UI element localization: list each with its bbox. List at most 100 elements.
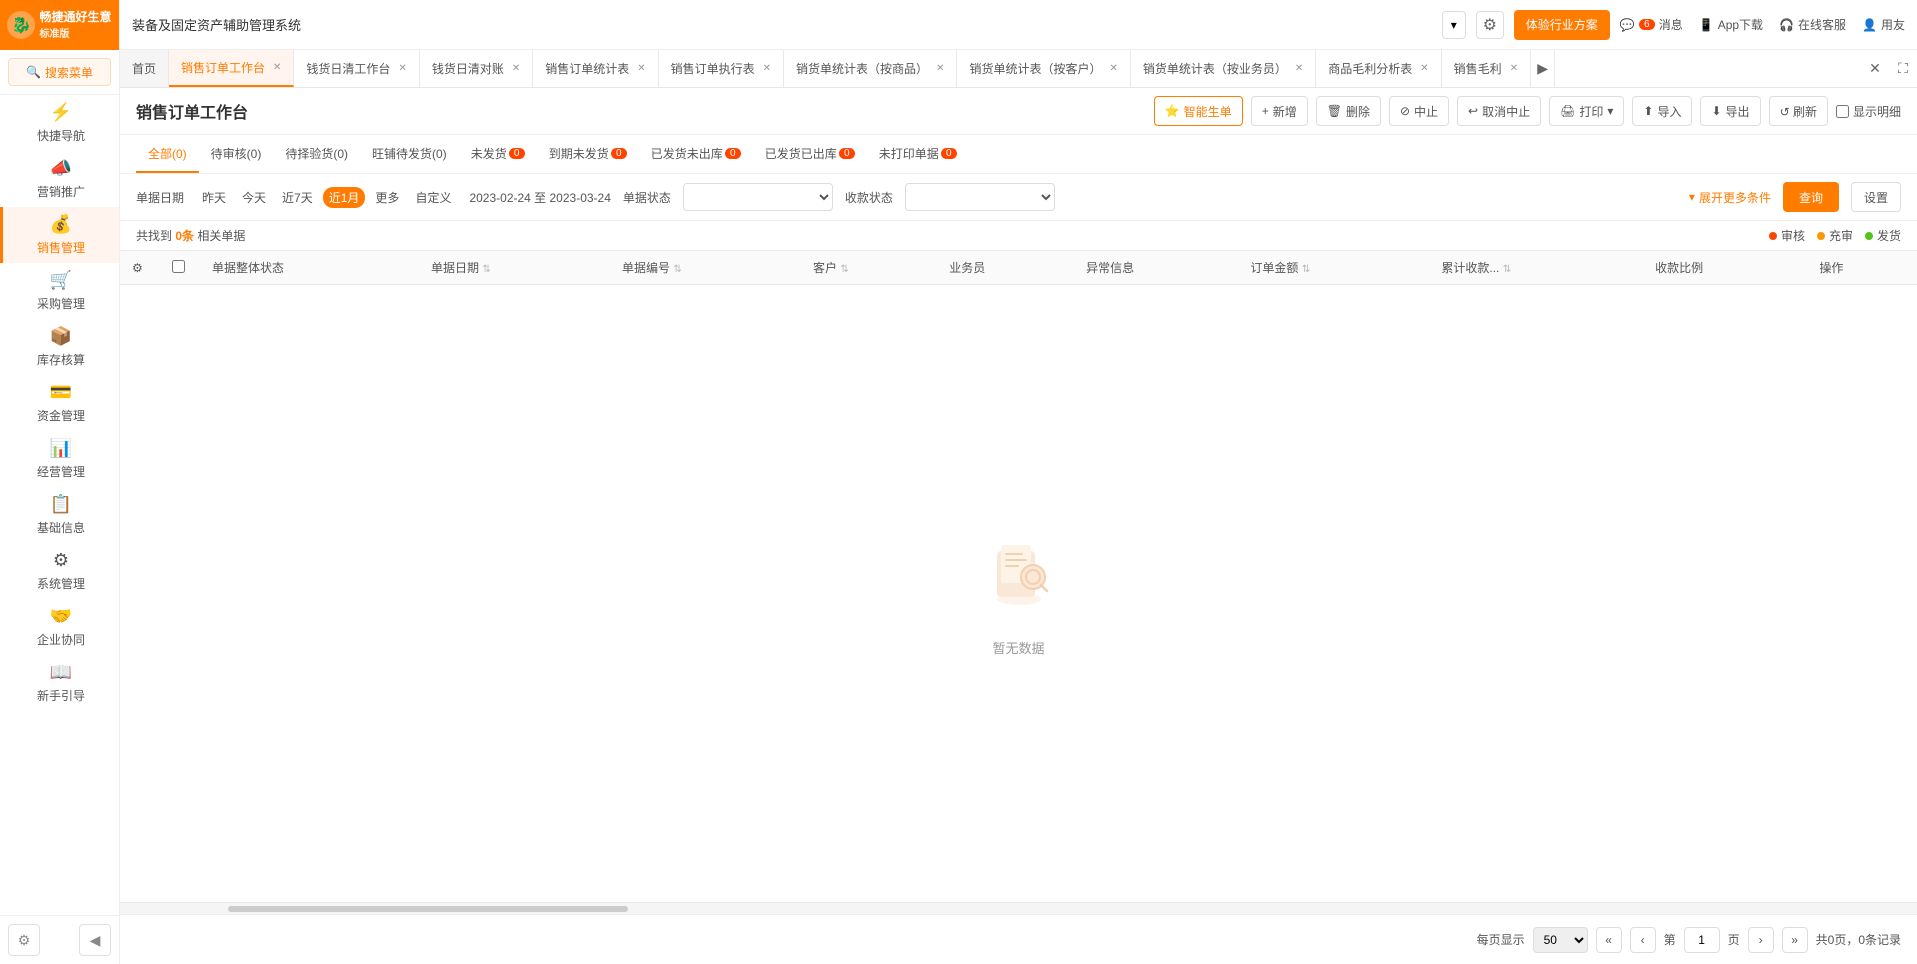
import-button[interactable]: ⬆ 导入 xyxy=(1632,96,1692,126)
tab-close-icon[interactable]: ✕ xyxy=(398,63,406,74)
select-all-checkbox[interactable] xyxy=(172,260,185,273)
tab-close-icon[interactable]: ✕ xyxy=(936,63,944,74)
sub-tab-not-shipped[interactable]: 未发货 0 xyxy=(459,135,537,173)
cancel-stop-button[interactable]: ↩ 取消中止 xyxy=(1457,96,1541,126)
date-option-today[interactable]: 今天 xyxy=(236,187,272,208)
message-button[interactable]: 💬 6 消息 xyxy=(1620,16,1683,33)
add-button[interactable]: + 新增 xyxy=(1251,96,1308,126)
sidebar-item-guide[interactable]: 📖 新手引导 xyxy=(0,655,119,711)
col-staff[interactable]: 业务员 xyxy=(937,251,1074,285)
col-customer[interactable]: 客户 ⇅ xyxy=(801,251,937,285)
sub-tab-wangpu[interactable]: 旺铺待发货(0) xyxy=(360,135,459,173)
tab-close-icon[interactable]: ✕ xyxy=(512,63,520,74)
collapse-button[interactable]: ◀ xyxy=(79,924,111,956)
settings-col-icon[interactable]: ⚙ xyxy=(132,261,143,275)
stop-button[interactable]: ⊘ 中止 xyxy=(1389,96,1449,126)
horizontal-scrollbar[interactable] xyxy=(120,902,1917,914)
status-select[interactable] xyxy=(683,183,833,211)
print-button[interactable]: 🖨 打印 ▾ xyxy=(1549,96,1624,126)
sub-tab-all[interactable]: 全部(0) xyxy=(136,135,199,173)
tab-close-icon[interactable]: ✕ xyxy=(1420,63,1428,74)
sidebar-item-enterprise[interactable]: 🤝 企业协同 xyxy=(0,599,119,655)
sidebar-item-shortcut[interactable]: ⚡ 快捷导航 xyxy=(0,95,119,151)
col-number[interactable]: 单据编号 ⇅ xyxy=(610,251,801,285)
filter-setting-button[interactable]: 设置 xyxy=(1851,182,1901,212)
sub-tab-shipped-not-out[interactable]: 已发货未出库 0 xyxy=(639,135,753,173)
import-icon: ⬆ xyxy=(1643,104,1653,118)
payment-select[interactable] xyxy=(905,183,1055,211)
sidebar-item-inventory[interactable]: 📦 库存核算 xyxy=(0,319,119,375)
last-page-button[interactable]: » xyxy=(1782,927,1808,953)
tab-profit-analysis[interactable]: 商品毛利分析表 ✕ xyxy=(1316,50,1441,87)
col-amount[interactable]: 订单金额 ⇅ xyxy=(1238,251,1429,285)
ship-label: 发货 xyxy=(1877,227,1901,244)
sub-tab-not-printed[interactable]: 未打印单据 0 xyxy=(867,135,969,173)
tab-goods-stat-product[interactable]: 销货单统计表（按商品） ✕ xyxy=(784,50,957,87)
delete-button[interactable]: 🗑 删除 xyxy=(1316,96,1381,126)
tab-home[interactable]: 首页 xyxy=(120,50,169,87)
page-number-input[interactable] xyxy=(1684,927,1720,953)
tab-close-icon[interactable]: ✕ xyxy=(273,62,281,73)
tab-cash-daily[interactable]: 钱货日清工作台 ✕ xyxy=(294,50,419,87)
tab-sales-stat[interactable]: 销售订单统计表 ✕ xyxy=(533,50,658,87)
col-date[interactable]: 单据日期 ⇅ xyxy=(419,251,610,285)
page-suffix: 页 xyxy=(1728,931,1740,948)
topbar-settings-button[interactable]: ⚙ xyxy=(1476,11,1504,39)
sidebar-item-purchase[interactable]: 🛒 采购管理 xyxy=(0,263,119,319)
tab-close-icon[interactable]: ✕ xyxy=(1109,63,1117,74)
show-detail-checkbox[interactable]: 显示明细 xyxy=(1836,103,1901,120)
prev-page-button[interactable]: ‹ xyxy=(1630,927,1656,953)
tab-goods-stat-customer[interactable]: 销货单统计表（按客户） ✕ xyxy=(957,50,1130,87)
col-received[interactable]: 累计收款... ⇅ xyxy=(1429,251,1643,285)
date-option-custom[interactable]: 自定义 xyxy=(409,187,457,208)
tab-close-icon[interactable]: ✕ xyxy=(637,63,645,74)
show-detail-input[interactable] xyxy=(1836,105,1849,118)
smart-create-button[interactable]: ⭐ 智能生单 xyxy=(1154,96,1243,126)
scroll-thumb[interactable] xyxy=(228,906,628,912)
system-dropdown[interactable]: ▾ xyxy=(1442,11,1466,39)
sales-icon: 💰 xyxy=(50,214,72,235)
industry-btn[interactable]: 体验行业方案 xyxy=(1514,10,1610,40)
app-download-button[interactable]: 📱 App下载 xyxy=(1699,16,1763,33)
date-option-7days[interactable]: 近7天 xyxy=(276,187,319,208)
sidebar-item-sales[interactable]: 💰 销售管理 xyxy=(0,207,119,263)
refresh-button[interactable]: ↺ 刷新 xyxy=(1769,96,1828,126)
date-option-1month[interactable]: 近1月 xyxy=(323,187,366,208)
tab-close-icon[interactable]: ✕ xyxy=(1295,63,1303,74)
tab-sales-order-workbench[interactable]: 销售订单工作台 ✕ xyxy=(169,50,294,87)
anti-review-action[interactable]: 充审 xyxy=(1817,227,1853,244)
sidebar-search-button[interactable]: 🔍 搜索菜单 xyxy=(8,58,111,86)
tabs-scroll-right[interactable]: ▶ xyxy=(1531,50,1555,87)
sub-tab-pending-review[interactable]: 待审核(0) xyxy=(199,135,274,173)
date-option-yesterday[interactable]: 昨天 xyxy=(196,187,232,208)
tab-sales-gross[interactable]: 销售毛利 ✕ xyxy=(1442,50,1531,87)
sidebar-item-finance[interactable]: 💳 资金管理 xyxy=(0,375,119,431)
per-page-select[interactable]: 50 100 200 xyxy=(1533,927,1588,953)
tab-goods-stat-staff[interactable]: 销货单统计表（按业务员） ✕ xyxy=(1131,50,1316,87)
expand-conditions[interactable]: ▾ 展开更多条件 xyxy=(1689,189,1771,206)
online-service-button[interactable]: 🎧 在线客服 xyxy=(1779,16,1846,33)
export-button[interactable]: ⬇ 导出 xyxy=(1700,96,1760,126)
sub-tab-pending-inspect[interactable]: 待择验货(0) xyxy=(273,135,360,173)
sidebar-item-marketing[interactable]: 📣 营销推广 xyxy=(0,151,119,207)
user-menu[interactable]: 👤 用友 xyxy=(1862,16,1905,33)
sidebar-item-system[interactable]: ⚙ 系统管理 xyxy=(0,543,119,599)
sub-tab-shipped-out[interactable]: 已发货已出库 0 xyxy=(753,135,867,173)
tabs-action-maximize[interactable]: ⛶ xyxy=(1889,55,1917,83)
tab-sales-exec[interactable]: 销售订单执行表 ✕ xyxy=(659,50,784,87)
sidebar-item-basic-info[interactable]: 📋 基础信息 xyxy=(0,487,119,543)
sub-tab-overdue-not-shipped[interactable]: 到期未发货 0 xyxy=(537,135,639,173)
tab-label: 商品毛利分析表 xyxy=(1328,60,1412,77)
tab-close-icon[interactable]: ✕ xyxy=(763,63,771,74)
first-page-button[interactable]: « xyxy=(1596,927,1622,953)
next-page-button[interactable]: › xyxy=(1748,927,1774,953)
query-button[interactable]: 查询 xyxy=(1783,182,1839,212)
review-action[interactable]: 审核 xyxy=(1769,227,1805,244)
settings-bottom-button[interactable]: ⚙ xyxy=(8,924,40,956)
ship-action[interactable]: 发货 xyxy=(1865,227,1901,244)
tab-close-icon[interactable]: ✕ xyxy=(1510,63,1518,74)
date-option-more[interactable]: 更多 xyxy=(369,187,405,208)
tab-cash-reconcile[interactable]: 钱货日清对账 ✕ xyxy=(420,50,533,87)
sidebar-item-operations[interactable]: 📊 经营管理 xyxy=(0,431,119,487)
tabs-action-close-current[interactable]: ✕ xyxy=(1861,55,1889,83)
